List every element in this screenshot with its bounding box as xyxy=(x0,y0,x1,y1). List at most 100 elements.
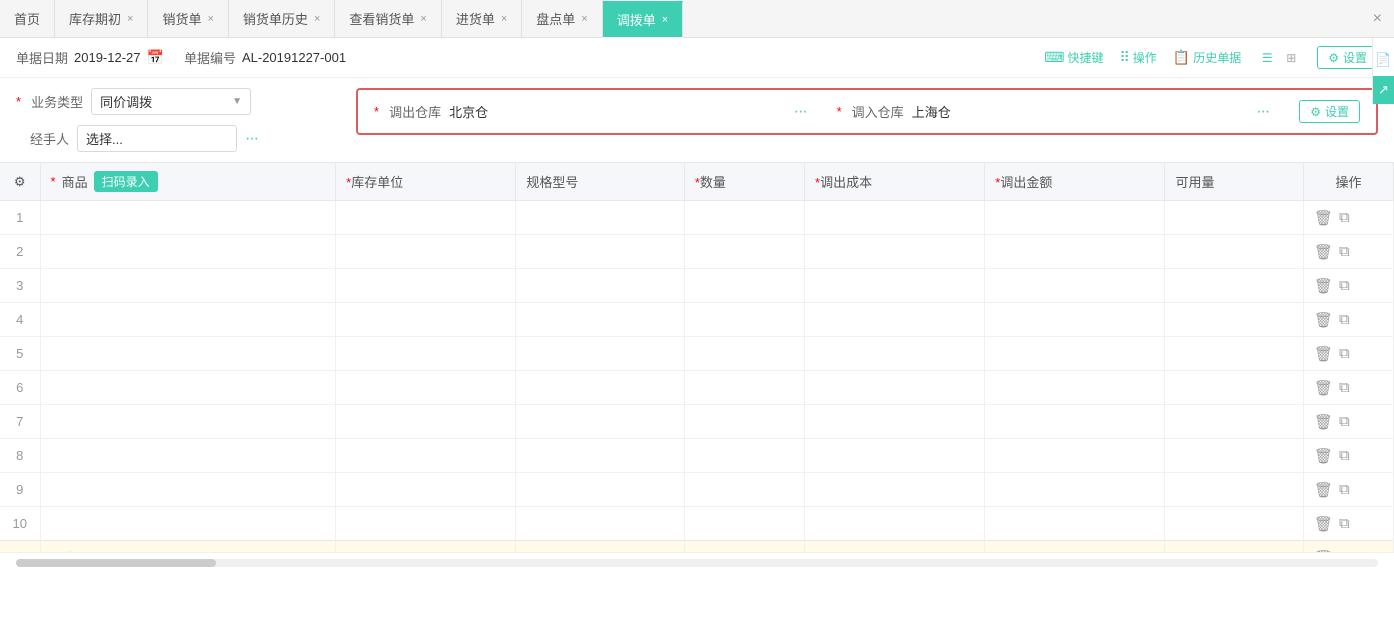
row-product[interactable] xyxy=(40,473,336,507)
business-type-select[interactable]: 同价调拨 ▼ xyxy=(91,88,251,115)
row-product[interactable] xyxy=(40,303,336,337)
delete-row-icon[interactable]: 🗑 xyxy=(1314,447,1333,465)
row-quantity[interactable] xyxy=(684,507,804,541)
form-left: * 业务类型 同价调拨 ▼ 经手人 选择... ··· xyxy=(16,88,336,152)
tab-close-inventory-check[interactable]: × xyxy=(581,13,587,25)
th-settings[interactable]: ⚙ xyxy=(0,163,40,201)
tab-home[interactable]: 首页 xyxy=(0,0,55,37)
row-quantity[interactable] xyxy=(684,235,804,269)
delete-row-icon[interactable]: 🗑 xyxy=(1314,243,1333,261)
row-unit xyxy=(336,371,516,405)
data-table: ⚙ * 商品 扫码录入 *库存单位 规格型号 *数量 *调出成本 xyxy=(0,163,1394,552)
panel-export-icon[interactable]: ↗ xyxy=(1373,76,1394,104)
tab-close-inventory-init[interactable]: × xyxy=(127,13,133,25)
copy-row-icon[interactable]: ⧉ xyxy=(1339,515,1350,532)
handler-select[interactable]: 选择... xyxy=(77,125,237,152)
tab-inventory-init[interactable]: 库存期初 × xyxy=(55,0,148,37)
row-cost[interactable] xyxy=(805,371,985,405)
row-product[interactable] xyxy=(40,405,336,439)
shortcuts-button[interactable]: ⌨ 快捷键 xyxy=(1044,49,1103,66)
tab-close-purchase[interactable]: × xyxy=(501,13,507,25)
row-amount xyxy=(985,473,1165,507)
row-quantity[interactable] xyxy=(684,201,804,235)
table-gear-icon[interactable]: ⚙ xyxy=(14,174,26,189)
delete-row-icon[interactable]: 🗑 xyxy=(1314,311,1333,329)
delete-row-icon[interactable]: 🗑 xyxy=(1314,481,1333,499)
tab-view-sales[interactable]: 查看销货单 × xyxy=(335,0,441,37)
tab-inventory-check[interactable]: 盘点单 × xyxy=(522,0,602,37)
tab-bar: 首页 库存期初 × 销货单 × 销货单历史 × 查看销货单 × 进货单 × 盘点… xyxy=(0,0,1394,38)
row-product[interactable] xyxy=(40,371,336,405)
row-index: 2 xyxy=(0,235,40,269)
row-quantity[interactable] xyxy=(684,269,804,303)
row-product[interactable] xyxy=(40,235,336,269)
row-cost[interactable] xyxy=(805,337,985,371)
row-quantity[interactable] xyxy=(684,337,804,371)
close-all-tabs[interactable]: × xyxy=(1361,0,1394,37)
warehouse-settings-button[interactable]: ⚙ 设置 xyxy=(1299,100,1360,123)
row-product[interactable] xyxy=(40,269,336,303)
tab-sales-history[interactable]: 销货单历史 × xyxy=(229,0,335,37)
calendar-icon[interactable]: 📅 xyxy=(147,49,164,66)
row-index: 7 xyxy=(0,405,40,439)
row-index: 8 xyxy=(0,439,40,473)
row-product[interactable] xyxy=(40,507,336,541)
row-available xyxy=(1165,405,1304,439)
row-amount xyxy=(985,201,1165,235)
target-more-icon[interactable]: ··· xyxy=(1256,103,1269,121)
tab-purchase[interactable]: 进货单 × xyxy=(442,0,522,37)
tab-close-sales-order[interactable]: × xyxy=(207,13,213,25)
row-cost[interactable] xyxy=(805,405,985,439)
row-op: 🗑 ⧉ xyxy=(1304,439,1394,473)
copy-row-icon[interactable]: ⧉ xyxy=(1339,379,1350,396)
row-cost[interactable] xyxy=(805,507,985,541)
row-quantity[interactable] xyxy=(684,439,804,473)
operations-button[interactable]: ⠿ 操作 xyxy=(1119,49,1156,66)
row-product[interactable] xyxy=(40,439,336,473)
row-quantity[interactable] xyxy=(684,405,804,439)
tab-close-view-sales[interactable]: × xyxy=(420,13,426,25)
tab-transfer[interactable]: 调拨单 × xyxy=(603,1,683,38)
delete-row-icon[interactable]: 🗑 xyxy=(1314,277,1333,295)
row-cost[interactable] xyxy=(805,269,985,303)
copy-icon[interactable]: ⧉ xyxy=(1339,549,1350,552)
copy-row-icon[interactable]: ⧉ xyxy=(1339,345,1350,362)
copy-row-icon[interactable]: ⧉ xyxy=(1339,209,1350,226)
row-cost[interactable] xyxy=(805,473,985,507)
delete-icon[interactable]: 🗑 xyxy=(1314,549,1333,553)
row-product[interactable] xyxy=(40,201,336,235)
delete-row-icon[interactable]: 🗑 xyxy=(1314,515,1333,533)
copy-row-icon[interactable]: ⧉ xyxy=(1339,277,1350,294)
row-quantity[interactable] xyxy=(684,473,804,507)
copy-row-icon[interactable]: ⧉ xyxy=(1339,311,1350,328)
row-quantity[interactable] xyxy=(684,303,804,337)
delete-row-icon[interactable]: 🗑 xyxy=(1314,209,1333,227)
horizontal-scrollbar[interactable] xyxy=(16,559,1378,567)
source-more-icon[interactable]: ··· xyxy=(794,103,807,121)
row-cost[interactable] xyxy=(805,235,985,269)
row-unit xyxy=(336,303,516,337)
tab-sales-order[interactable]: 销货单 × xyxy=(148,0,228,37)
panel-doc-icon[interactable]: 📄 xyxy=(1373,46,1394,74)
layout-grid-icon[interactable]: ⊞ xyxy=(1281,48,1301,68)
row-product[interactable] xyxy=(40,337,336,371)
row-cost[interactable] xyxy=(805,303,985,337)
history-button[interactable]: 📋 历史单据 xyxy=(1173,49,1241,66)
copy-row-icon[interactable]: ⧉ xyxy=(1339,447,1350,464)
copy-row-icon[interactable]: ⧉ xyxy=(1339,481,1350,498)
row-quantity[interactable] xyxy=(684,371,804,405)
row-cost[interactable] xyxy=(805,201,985,235)
delete-row-icon[interactable]: 🗑 xyxy=(1314,413,1333,431)
settings-button[interactable]: ⚙ 设置 xyxy=(1317,46,1378,69)
copy-row-icon[interactable]: ⧉ xyxy=(1339,243,1350,260)
tab-close-transfer[interactable]: × xyxy=(662,14,668,26)
handler-more-icon[interactable]: ··· xyxy=(245,130,258,148)
copy-row-icon[interactable]: ⧉ xyxy=(1339,413,1350,430)
row-cost[interactable] xyxy=(805,439,985,473)
delete-row-icon[interactable]: 🗑 xyxy=(1314,345,1333,363)
scrollbar-thumb[interactable] xyxy=(16,559,216,567)
scan-button[interactable]: 扫码录入 xyxy=(94,171,158,192)
delete-row-icon[interactable]: 🗑 xyxy=(1314,379,1333,397)
layout-list-icon[interactable]: ☰ xyxy=(1257,48,1277,68)
tab-close-sales-history[interactable]: × xyxy=(314,13,320,25)
